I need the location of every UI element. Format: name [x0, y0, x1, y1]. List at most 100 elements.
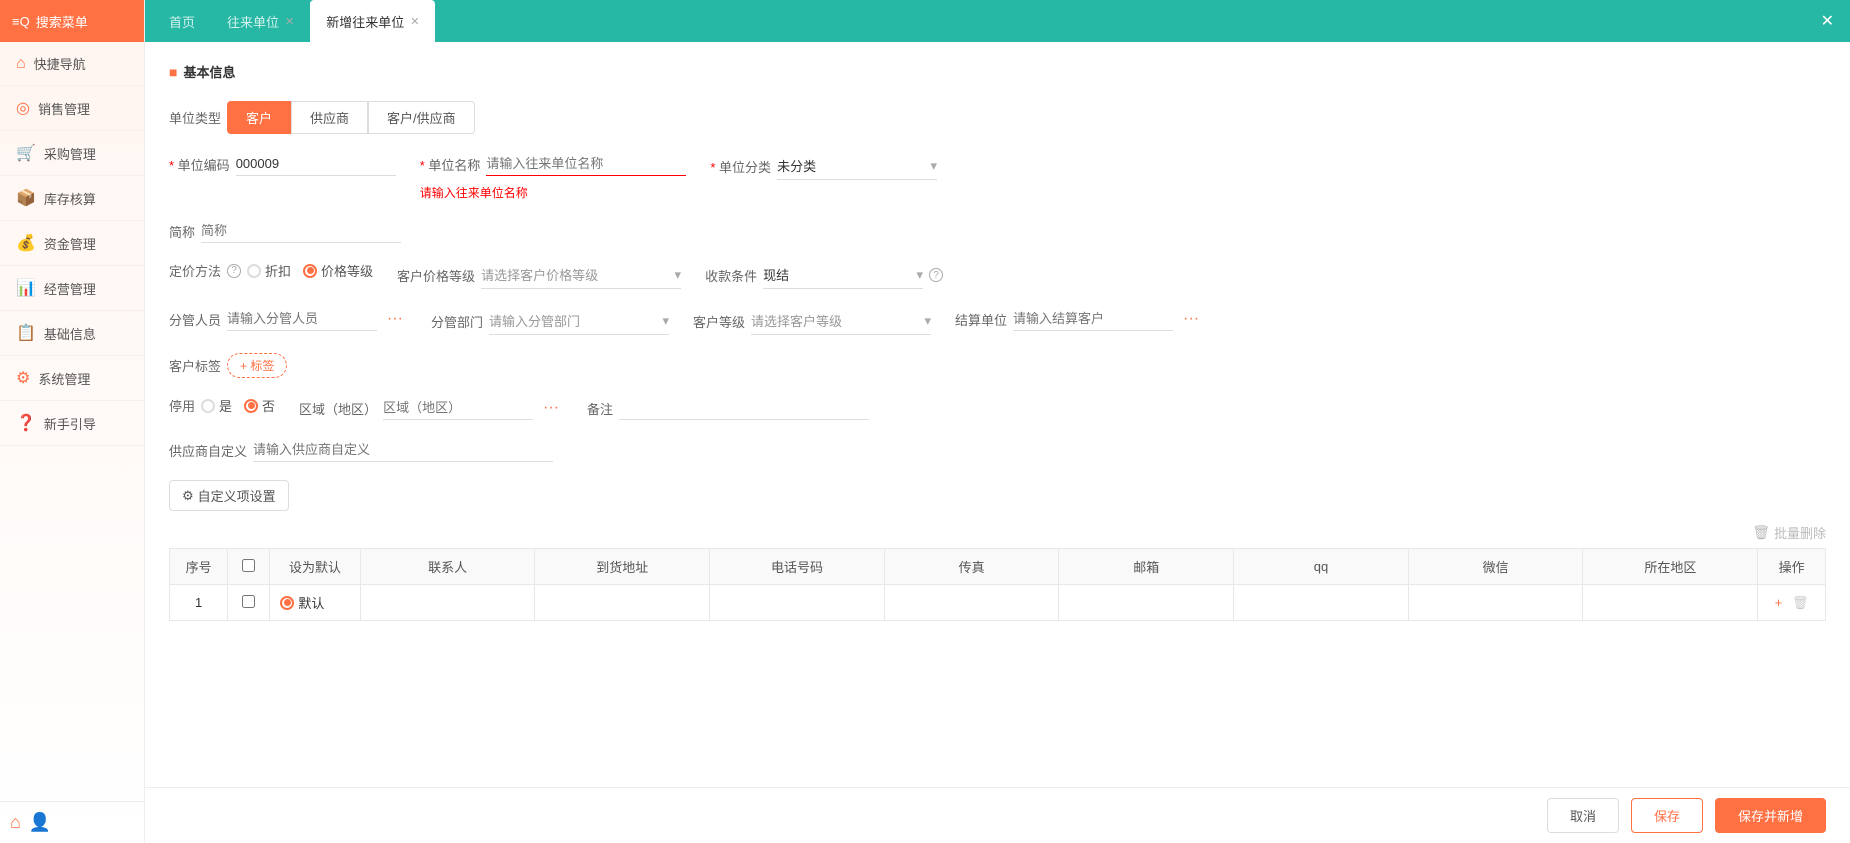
customer-price-level-field: 客户价格等级 请选择客户价格等级 ▾: [397, 261, 681, 289]
guide-icon: ❓: [16, 413, 36, 433]
settlement-more-button[interactable]: ···: [1179, 310, 1203, 328]
unit-name-label: 单位名称: [420, 155, 481, 174]
row-add-button[interactable]: +: [1775, 595, 1783, 610]
settlement-unit-input[interactable]: [1013, 307, 1173, 331]
supplier-custom-input[interactable]: [253, 438, 553, 462]
row-qq[interactable]: [1234, 585, 1409, 621]
section-icon: ■: [169, 64, 177, 80]
settlement-unit-label: 结算单位: [955, 310, 1007, 329]
sidebar-item-quick-nav[interactable]: ⌂ 快捷导航: [0, 42, 144, 86]
address-input[interactable]: [562, 591, 682, 614]
sidebar-search[interactable]: ≡Q 搜索菜单: [0, 0, 144, 42]
row-region[interactable]: [1583, 585, 1758, 621]
row-delete-button[interactable]: 🗑: [1792, 595, 1809, 610]
region-more-button[interactable]: ···: [539, 399, 563, 417]
quick-nav-icon: ⌂: [16, 55, 26, 73]
phone-input[interactable]: [737, 591, 857, 614]
add-tag-button[interactable]: + 标签: [227, 353, 287, 378]
payment-terms-help-icon[interactable]: ?: [929, 268, 943, 282]
pricing-method-label: 定价方法: [169, 261, 221, 280]
sidebar-item-finance[interactable]: 💰资金管理: [0, 221, 144, 266]
sidebar-item-label-system: 系统管理: [38, 369, 90, 388]
customer-level-label: 客户等级: [693, 312, 745, 331]
bulk-delete-label[interactable]: 批量删除: [1774, 523, 1826, 542]
region-input[interactable]: [383, 396, 533, 420]
unit-btn-customer[interactable]: 客户: [227, 101, 291, 134]
unit-category-select[interactable]: 未分类 ▾: [777, 152, 937, 180]
row-phone[interactable]: [710, 585, 885, 621]
cancel-button[interactable]: 取消: [1547, 798, 1619, 833]
department-select[interactable]: 请输入分管部门 ▾: [489, 307, 669, 335]
unit-code-input[interactable]: [236, 152, 396, 176]
payment-terms-select[interactable]: 现结 ▾: [763, 261, 923, 289]
table-header-4: 到货地址: [535, 549, 710, 585]
email-input[interactable]: [1086, 591, 1206, 614]
system-icon: ⚙: [16, 368, 30, 388]
tab-home[interactable]: 首页: [153, 0, 211, 42]
sidebar-item-basics[interactable]: 📋基础信息: [0, 311, 144, 356]
remark-input[interactable]: [619, 396, 869, 420]
tab-close-partners[interactable]: ✕: [285, 15, 294, 28]
unit-category-label: 单位分类: [710, 157, 771, 176]
sidebar-item-system[interactable]: ⚙ 系统管理: [0, 356, 144, 401]
pricing-discount-radio[interactable]: 折扣: [247, 261, 291, 280]
fax-input[interactable]: [912, 591, 1032, 614]
discount-radio-circle: [247, 264, 261, 278]
sidebar-item-inventory[interactable]: 📦库存核算: [0, 176, 144, 221]
custom-settings-button[interactable]: ⚙ 自定义项设置: [169, 480, 289, 511]
sidebar-item-label-quick-nav: 快捷导航: [34, 54, 86, 73]
row-default[interactable]: 默认: [270, 585, 360, 621]
tab-label-new-partner: 新增往来单位: [326, 12, 404, 31]
disabled-field: 停用 是 否: [169, 396, 275, 415]
manager-input[interactable]: [227, 307, 377, 331]
pricing-level-radio[interactable]: 价格等级: [303, 261, 373, 280]
table-header-0: 序号: [170, 549, 228, 585]
section-header: ■ 基本信息: [169, 62, 1826, 81]
save-button[interactable]: 保存: [1631, 798, 1703, 833]
row-fax[interactable]: [884, 585, 1059, 621]
wechat-input[interactable]: [1436, 591, 1556, 614]
section-title: 基本信息: [183, 62, 235, 81]
table-header-8: qq: [1234, 549, 1409, 585]
row-checkbox[interactable]: [242, 595, 255, 608]
sidebar-item-sales[interactable]: ◎销售管理: [0, 86, 144, 131]
sidebar-item-guide[interactable]: ❓新手引导: [0, 401, 144, 446]
home-footer-icon[interactable]: ⌂: [10, 812, 21, 833]
row-wechat[interactable]: [1408, 585, 1583, 621]
save-new-button[interactable]: 保存并新增: [1715, 798, 1826, 833]
table-select-all[interactable]: [242, 559, 255, 572]
close-all-button[interactable]: ✕: [1813, 11, 1842, 31]
disabled-no-radio[interactable]: 否: [244, 396, 275, 415]
tab-close-new-partner[interactable]: ✕: [410, 15, 419, 28]
disabled-row: 停用 是 否 区域（地区） ··· 备注: [169, 396, 1826, 420]
sidebar-item-purchase[interactable]: 🛒采购管理: [0, 131, 144, 176]
yes-radio-circle: [201, 399, 215, 413]
unit-name-input[interactable]: [486, 152, 686, 176]
row-check[interactable]: [228, 585, 270, 621]
tab-new-partner[interactable]: 新增往来单位 ✕: [310, 0, 435, 42]
manager-more-button[interactable]: ···: [383, 310, 407, 328]
region-input[interactable]: [1610, 591, 1730, 614]
remark-field: 备注: [587, 396, 869, 420]
default-radio[interactable]: [280, 596, 294, 610]
unit-btn-supplier[interactable]: 供应商: [291, 101, 368, 134]
sidebar-item-operations[interactable]: 📊经营管理: [0, 266, 144, 311]
customer-price-level-select[interactable]: 请选择客户价格等级 ▾: [481, 261, 681, 289]
unit-btn-both[interactable]: 客户/供应商: [368, 101, 475, 134]
chevron-down-icon: ▾: [931, 158, 938, 174]
row-email[interactable]: [1059, 585, 1234, 621]
pricing-help-icon[interactable]: ?: [227, 264, 241, 278]
customer-level-select[interactable]: 请选择客户等级 ▾: [751, 307, 931, 335]
manager-label: 分管人员: [169, 310, 221, 329]
user-footer-icon[interactable]: 👤: [29, 812, 51, 833]
unit-code-field: 单位编码: [169, 152, 396, 176]
row-contact[interactable]: [360, 585, 535, 621]
abbr-input[interactable]: [201, 219, 401, 243]
tab-partners[interactable]: 往来单位 ✕: [211, 0, 310, 42]
abbr-field: 简称: [169, 219, 401, 243]
contact-input[interactable]: [388, 591, 508, 614]
row-address[interactable]: [535, 585, 710, 621]
qq-input[interactable]: [1261, 591, 1381, 614]
table-header-5: 电话号码: [710, 549, 885, 585]
disabled-yes-radio[interactable]: 是: [201, 396, 232, 415]
